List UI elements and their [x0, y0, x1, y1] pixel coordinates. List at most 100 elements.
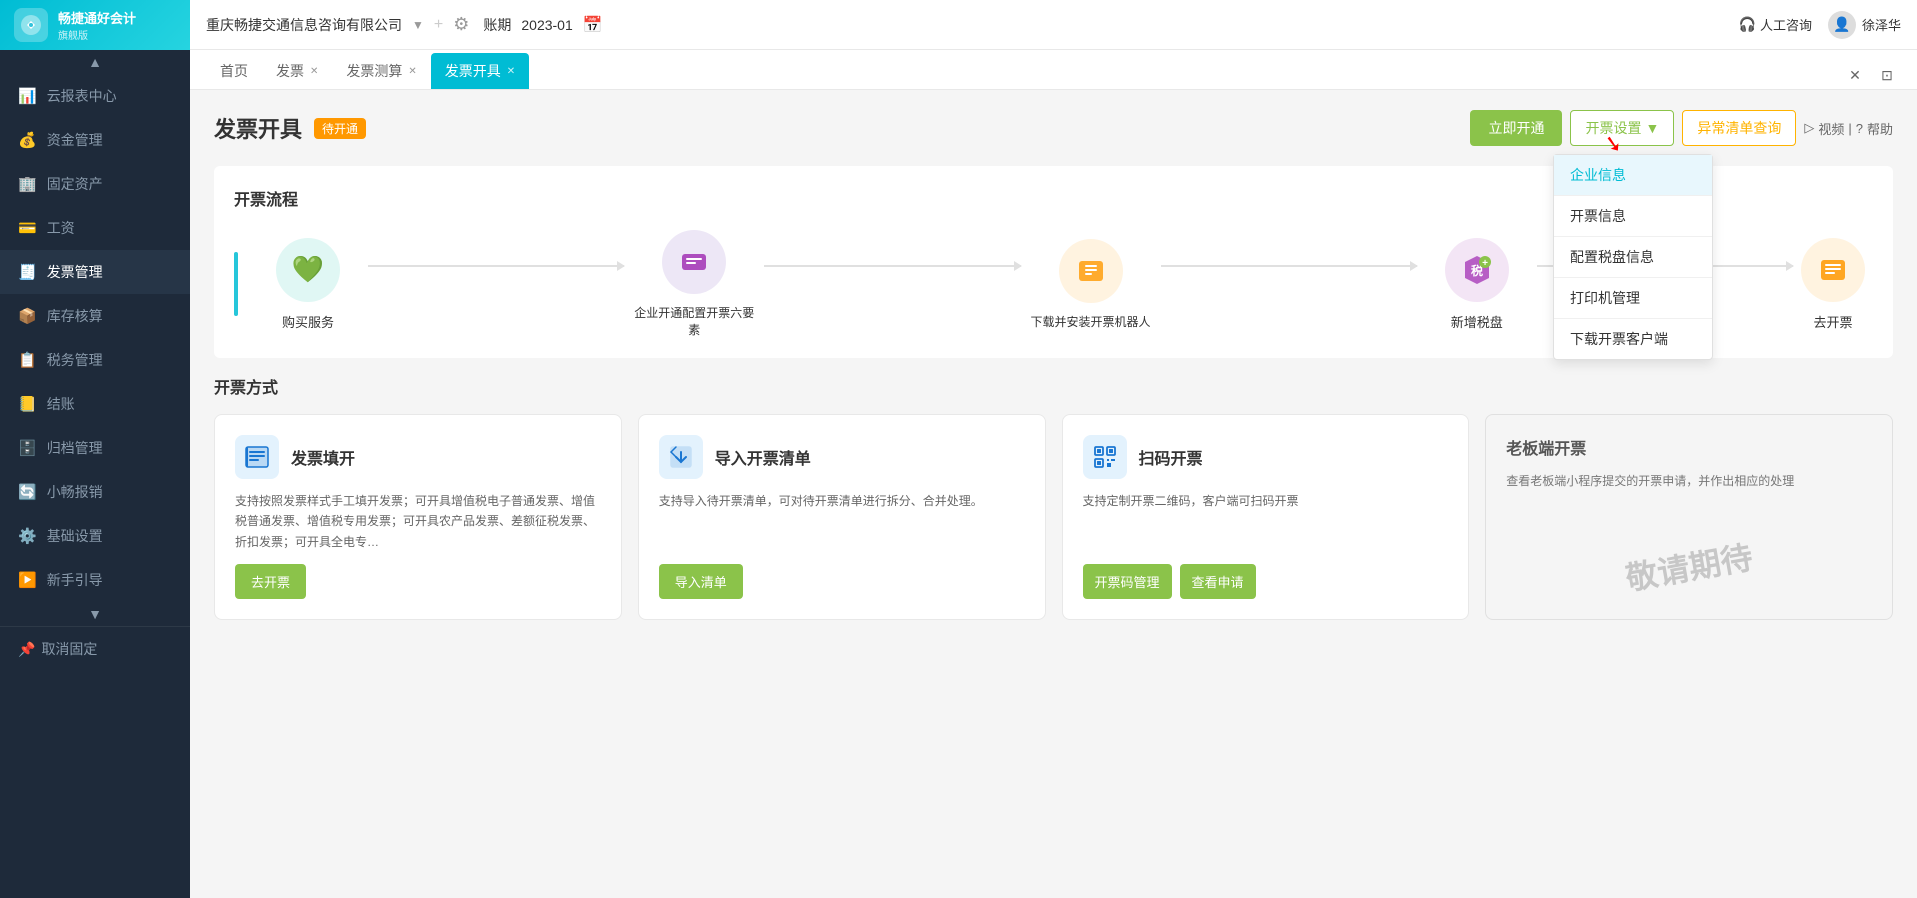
cloud-report-icon: 📊 — [18, 87, 37, 105]
config-label: 企业开通配置开票六要素 — [629, 304, 759, 338]
abnormal-btn[interactable]: 异常清单查询 — [1682, 110, 1796, 146]
tab-home[interactable]: 首页 — [206, 53, 262, 89]
import-title: 导入开票清单 — [715, 445, 811, 469]
sidebar-label-report: 小畅报销 — [47, 482, 103, 502]
dropdown-item-company-info[interactable]: 企业信息 — [1554, 155, 1712, 195]
import-desc: 支持导入待开票清单，可对待开票清单进行拆分、合并处理。 — [659, 491, 1025, 552]
dropdown-item-download-client[interactable]: 下载开票客户端 — [1554, 319, 1712, 359]
fill-btn[interactable]: 去开票 — [235, 564, 306, 599]
sidebar-label-guide: 新手引导 — [47, 570, 103, 590]
pin-icon: 📌 — [18, 641, 35, 658]
go-open-label: 去开票 — [1813, 312, 1852, 331]
dropdown-item-tax-config[interactable]: 配置税盘信息 — [1554, 237, 1712, 277]
flow-connector-3 — [1161, 265, 1417, 267]
page-title: 发票开具 — [214, 112, 302, 144]
logo-subtitle: 旗舰版 — [58, 27, 136, 42]
window-controls: ✕ ⊡ — [1841, 61, 1901, 89]
dropdown-item-invoice-info[interactable]: 开票信息 — [1554, 196, 1712, 236]
sidebar-item-archive[interactable]: 🗄️ 归档管理 — [0, 426, 190, 470]
method-card-fill: 发票填开 支持按照发票样式手工填开发票；可开具增值税电子普通发票、增值税普通发票… — [214, 414, 622, 620]
fixed-assets-icon: 🏢 — [18, 175, 37, 193]
sidebar-item-report[interactable]: 🔄 小畅报销 — [0, 470, 190, 514]
logo-title: 畅捷通好会计 — [58, 8, 136, 27]
tab-maximize-btn[interactable]: ⊡ — [1873, 61, 1901, 89]
sidebar-scroll-down[interactable]: ▼ — [0, 602, 190, 626]
fill-title: 发票填开 — [291, 445, 355, 469]
sidebar-item-settings[interactable]: ⚙️ 基础设置 — [0, 514, 190, 558]
method-card-scan: 扫码开票 支持定制开票二维码，客户端可扫码开票 开票码管理 查看申请 — [1062, 414, 1470, 620]
go-open-icon — [1801, 238, 1865, 302]
sidebar-item-tax[interactable]: 📋 税务管理 — [0, 338, 190, 382]
tab-invoice[interactable]: 发票 ✕ — [262, 53, 332, 89]
scan-code-mgmt-btn[interactable]: 开票码管理 — [1083, 564, 1172, 599]
import-btn[interactable]: 导入清单 — [659, 564, 743, 599]
status-badge: 待开通 — [314, 118, 366, 139]
sidebar-label-cloud-report: 云报表中心 — [47, 86, 117, 106]
sidebar-item-settle[interactable]: 📒 结账 — [0, 382, 190, 426]
sidebar: ▲ 📊 云报表中心 💰 资金管理 🏢 固定资产 💳 工资 🧾 发票管理 — [0, 50, 190, 898]
play-icon: ▷ — [1804, 120, 1814, 136]
sidebar-item-fixed-assets[interactable]: 🏢 固定资产 — [0, 162, 190, 206]
flow-arrow-4 — [1786, 261, 1799, 271]
sidebar-label-settle: 结账 — [47, 394, 75, 414]
add-company-icon[interactable]: + — [434, 16, 443, 34]
import-icon — [659, 435, 703, 479]
settings-icon[interactable]: ⚙ — [453, 14, 469, 35]
sidebar-scroll-up[interactable]: ▲ — [0, 50, 190, 74]
tab-invoice-calc-close[interactable]: ✕ — [408, 66, 416, 77]
sidebar-label-tax: 税务管理 — [47, 350, 103, 370]
page-title-area: 发票开具 待开通 — [214, 112, 366, 144]
archive-icon: 🗄️ — [18, 439, 37, 457]
flow-arrow-3 — [1410, 261, 1423, 271]
calendar-icon[interactable]: 📅 — [583, 15, 603, 35]
tab-invoice-open[interactable]: 发票开具 ✕ — [431, 53, 529, 89]
page-content: 发票开具 待开通 立即开通 开票设置 ▼ 异常清单查询 ▷ 视频 — [190, 90, 1917, 898]
sidebar-item-inventory[interactable]: 📦 库存核算 — [0, 294, 190, 338]
company-name[interactable]: 重庆畅捷交通信息咨询有限公司 — [206, 15, 402, 35]
tab-invoice-close[interactable]: ✕ — [310, 66, 318, 77]
add-tax-icon: 税 + — [1445, 238, 1509, 302]
sidebar-item-guide[interactable]: ▶️ 新手引导 — [0, 558, 190, 602]
flow-step-add-tax: 税 + 新增税盘 — [1417, 238, 1537, 331]
methods-section: 开票方式 — [214, 374, 1893, 620]
tab-invoice-calc-label: 发票测算 — [346, 61, 402, 81]
sidebar-item-fund[interactable]: 💰 资金管理 — [0, 118, 190, 162]
methods-title: 开票方式 — [214, 374, 1893, 398]
tab-home-label: 首页 — [220, 61, 248, 81]
scan-view-apply-btn[interactable]: 查看申请 — [1180, 564, 1256, 599]
tax-icon: 📋 — [18, 351, 37, 369]
tab-invoice-label: 发票 — [276, 61, 304, 81]
sidebar-item-salary[interactable]: 💳 工资 — [0, 206, 190, 250]
sidebar-item-invoice[interactable]: 🧾 发票管理 — [0, 250, 190, 294]
tab-close-btn[interactable]: ✕ — [1841, 61, 1869, 89]
consultant-btn[interactable]: 🎧 人工咨询 — [1739, 15, 1812, 34]
flow-arrow-2 — [1014, 261, 1027, 271]
method-cards: 发票填开 支持按照发票样式手工填开发票；可开具增值税电子普通发票、增值税普通发票… — [214, 414, 1893, 620]
flow-connector-2 — [764, 265, 1020, 267]
company-dropdown-icon[interactable]: ▼ — [412, 18, 424, 32]
cancel-fixed-btn[interactable]: 📌 取消固定 — [0, 626, 190, 671]
sidebar-label-settings: 基础设置 — [47, 526, 103, 546]
video-label[interactable]: 视频 — [1818, 119, 1844, 138]
sidebar-item-cloud-report[interactable]: 📊 云报表中心 — [0, 74, 190, 118]
download-icon — [1059, 239, 1123, 303]
guide-icon: ▶️ — [18, 571, 37, 589]
download-label: 下载并安装开票机器人 — [1030, 313, 1150, 330]
tab-invoice-open-close[interactable]: ✕ — [507, 66, 515, 77]
activate-btn[interactable]: 立即开通 — [1470, 110, 1562, 146]
sidebar-label-salary: 工资 — [47, 218, 75, 238]
user-info[interactable]: 👤 徐泽华 — [1828, 11, 1901, 39]
username: 徐泽华 — [1862, 15, 1901, 34]
help-label[interactable]: 帮助 — [1867, 119, 1893, 138]
fill-icon — [235, 435, 279, 479]
fund-icon: 💰 — [18, 131, 37, 149]
dropdown-item-printer[interactable]: 打印机管理 — [1554, 278, 1712, 318]
tab-invoice-calc[interactable]: 发票测算 ✕ — [332, 53, 430, 89]
fill-card-header: 发票填开 — [235, 435, 601, 479]
flow-accent-line — [234, 252, 238, 316]
period-value: 2023-01 — [521, 17, 572, 33]
import-card-header: 导入开票清单 — [659, 435, 1025, 479]
fill-desc: 支持按照发票样式手工填开发票；可开具增值税电子普通发票、增值税普通发票、增值税专… — [235, 491, 601, 552]
inventory-icon: 📦 — [18, 307, 37, 325]
settings-dropdown-arrow: ▼ — [1645, 120, 1659, 136]
